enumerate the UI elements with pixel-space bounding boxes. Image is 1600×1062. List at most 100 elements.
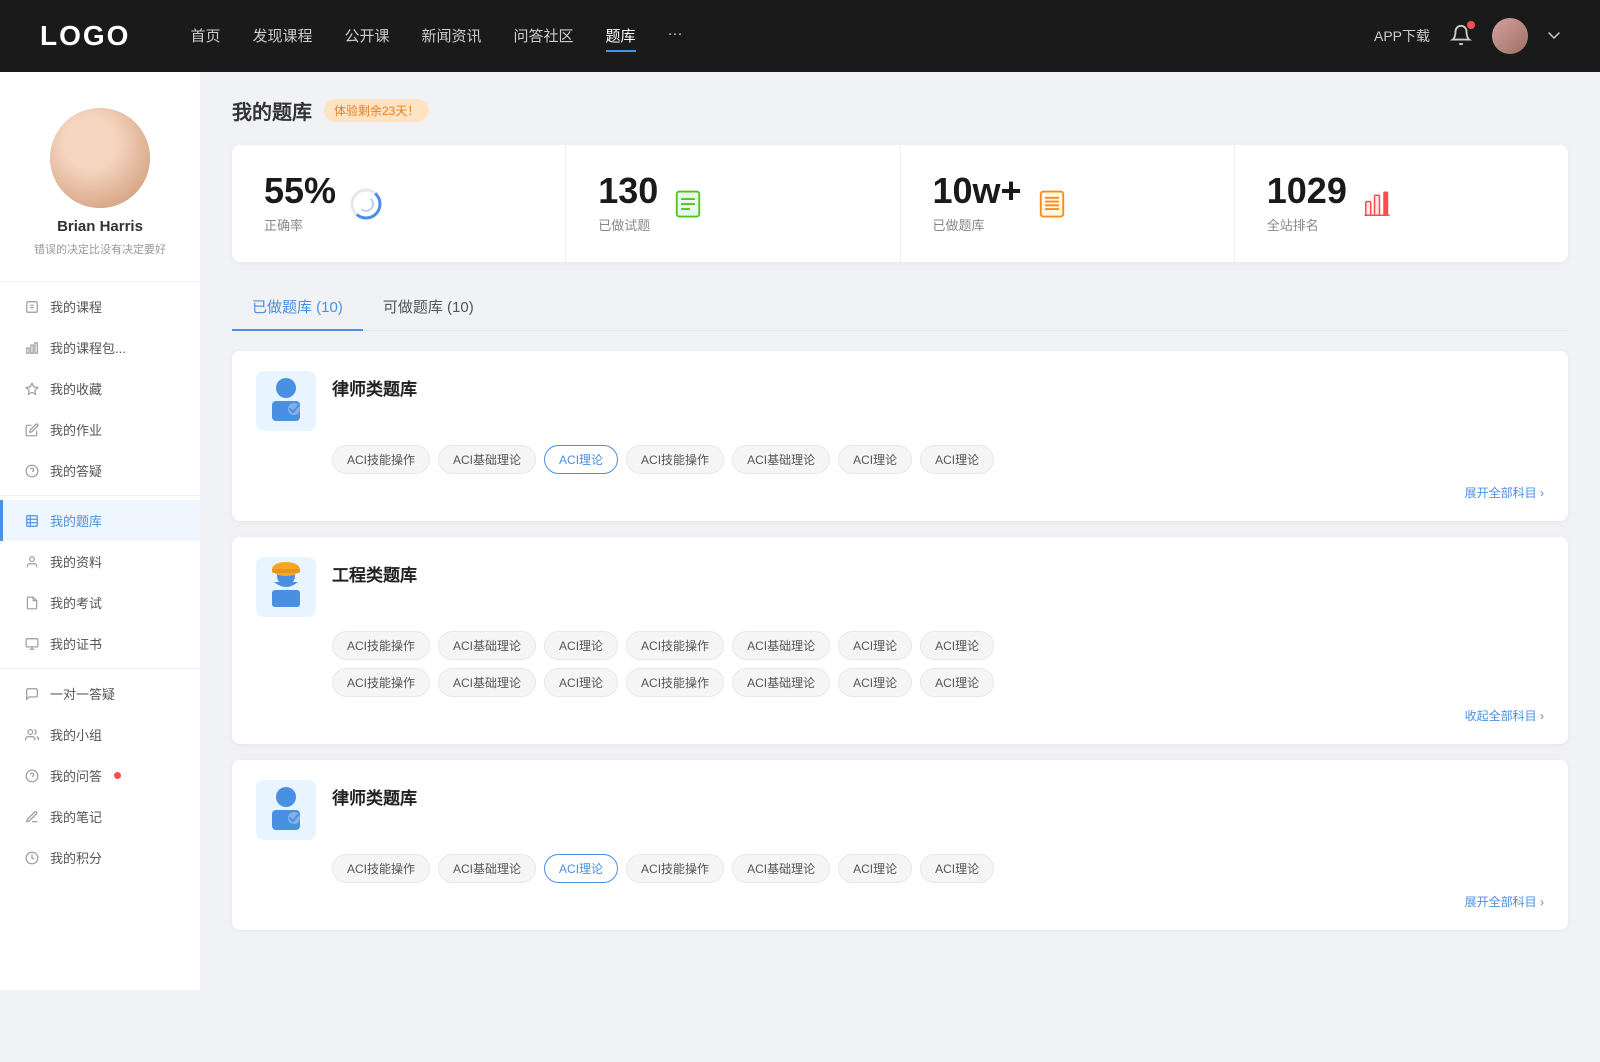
tag[interactable]: ACI技能操作 <box>332 854 430 883</box>
sidebar-item-label: 我的积分 <box>50 848 102 867</box>
nav-app-download[interactable]: APP下载 <box>1374 26 1430 46</box>
sidebar-item-materials[interactable]: 我的资料 <box>0 541 200 582</box>
tag[interactable]: ACI技能操作 <box>332 445 430 474</box>
tag[interactable]: ACI理论 <box>920 445 994 474</box>
qbank-icon-lawyer <box>256 371 316 431</box>
sidebar-item-certificates[interactable]: 我的证书 <box>0 623 200 664</box>
tag[interactable]: ACI理论 <box>838 445 912 474</box>
expand-button-2[interactable]: 展开全部科目 › <box>1465 893 1544 910</box>
sidebar-item-favorites[interactable]: 我的收藏 <box>0 368 200 409</box>
tag-active[interactable]: ACI理论 <box>544 445 618 474</box>
nav-news[interactable]: 新闻资讯 <box>422 21 482 52</box>
sidebar-item-label: 我的笔记 <box>50 807 102 826</box>
tag[interactable]: ACI技能操作 <box>626 631 724 660</box>
profile-name: Brian Harris <box>16 218 184 235</box>
sidebar-item-label: 我的课程 <box>50 297 102 316</box>
tag[interactable]: ACI技能操作 <box>626 854 724 883</box>
sidebar-item-notes[interactable]: 我的笔记 <box>0 796 200 837</box>
tag[interactable]: ACI基础理论 <box>438 668 536 697</box>
tag-active[interactable]: ACI理论 <box>544 854 618 883</box>
qbank-item-lawyer-2: 律师类题库 ACI技能操作 ACI基础理论 ACI理论 ACI技能操作 ACI基… <box>232 760 1568 930</box>
tag[interactable]: ACI基础理论 <box>732 445 830 474</box>
tag[interactable]: ACI基础理论 <box>438 631 536 660</box>
nav-bell[interactable] <box>1450 24 1472 49</box>
sidebar-item-label: 我的考试 <box>50 593 102 612</box>
tag[interactable]: ACI理论 <box>920 668 994 697</box>
sidebar-item-points[interactable]: 我的积分 <box>0 837 200 878</box>
coin-icon <box>24 850 40 866</box>
person-icon <box>24 554 40 570</box>
main-layout: Brian Harris 错误的决定比没有决定要好 我的课程 我的课程包... … <box>0 72 1600 990</box>
tag[interactable]: ACI基础理论 <box>732 854 830 883</box>
tag[interactable]: ACI技能操作 <box>332 668 430 697</box>
sidebar-item-label: 我的题库 <box>50 511 102 530</box>
nav-logo: LOGO <box>40 20 130 52</box>
stat-number: 1029 <box>1267 173 1347 209</box>
tag[interactable]: ACI基础理论 <box>438 854 536 883</box>
avatar-image <box>50 108 150 208</box>
tag[interactable]: ACI理论 <box>920 854 994 883</box>
tag[interactable]: ACI理论 <box>838 668 912 697</box>
stat-label: 全站排名 <box>1267 215 1347 234</box>
profile-motto: 错误的决定比没有决定要好 <box>16 241 184 257</box>
page-title: 我的题库 <box>232 96 312 125</box>
tab-done[interactable]: 已做题库 (10) <box>232 286 363 331</box>
collapse-button[interactable]: 收起全部科目 › <box>1465 707 1544 724</box>
qbank-icon-engineer <box>256 557 316 617</box>
tag[interactable]: ACI基础理论 <box>438 445 536 474</box>
certificate-icon <box>24 636 40 652</box>
sidebar-item-my-answers[interactable]: 我的答疑 <box>0 450 200 491</box>
qbank-icon-lawyer-2 <box>256 780 316 840</box>
stat-number: 130 <box>598 173 658 209</box>
nav-home[interactable]: 首页 <box>190 21 220 52</box>
trial-badge: 体验剩余23天！ <box>324 99 429 122</box>
tag[interactable]: ACI技能操作 <box>626 445 724 474</box>
stat-number: 55% <box>264 173 336 209</box>
qbank-tags-row1: ACI技能操作 ACI基础理论 ACI理论 ACI技能操作 ACI基础理论 AC… <box>256 631 1544 660</box>
tag[interactable]: ACI理论 <box>544 631 618 660</box>
tag[interactable]: ACI理论 <box>920 631 994 660</box>
sidebar-item-homework[interactable]: 我的作业 <box>0 409 200 450</box>
nav-qbank[interactable]: 题库 <box>606 21 636 52</box>
notification-dot <box>1467 21 1475 29</box>
sidebar-item-groups[interactable]: 我的小组 <box>0 714 200 755</box>
sidebar-item-label: 一对一答疑 <box>50 684 115 703</box>
tag[interactable]: ACI技能操作 <box>626 668 724 697</box>
tag[interactable]: ACI技能操作 <box>332 631 430 660</box>
qa-notification-dot <box>114 772 121 779</box>
tag[interactable]: ACI理论 <box>544 668 618 697</box>
stat-done-questions: 130 已做试题 <box>566 145 900 262</box>
sidebar-item-my-courses[interactable]: 我的课程 <box>0 286 200 327</box>
profile-avatar <box>50 108 150 208</box>
nav-qa[interactable]: 问答社区 <box>514 21 574 52</box>
nav-open-course[interactable]: 公开课 <box>344 21 389 52</box>
sidebar-item-exams[interactable]: 我的考试 <box>0 582 200 623</box>
sidebar-item-course-package[interactable]: 我的课程包... <box>0 327 200 368</box>
tab-available[interactable]: 可做题库 (10) <box>363 286 494 331</box>
sidebar-profile: Brian Harris 错误的决定比没有决定要好 <box>0 92 200 277</box>
nav-avatar[interactable] <box>1492 18 1528 54</box>
nav-discover[interactable]: 发现课程 <box>252 21 312 52</box>
tag[interactable]: ACI基础理论 <box>732 631 830 660</box>
avatar-image <box>1492 18 1528 54</box>
doc-icon <box>670 186 706 222</box>
stat-rank: 1029 全站排名 <box>1235 145 1568 262</box>
chevron-down-icon <box>1548 30 1560 42</box>
sidebar-item-my-qa[interactable]: 我的问答 <box>0 755 200 796</box>
file-icon <box>24 299 40 315</box>
sidebar-item-label: 我的小组 <box>50 725 102 744</box>
expand-button[interactable]: 展开全部科目 › <box>1465 484 1544 501</box>
sidebar: Brian Harris 错误的决定比没有决定要好 我的课程 我的课程包... … <box>0 72 200 990</box>
qbank-title: 律师类题库 <box>332 780 417 809</box>
qbank-footer: 展开全部科目 › <box>256 474 1544 501</box>
nav-more[interactable]: ··· <box>668 21 683 52</box>
sidebar-divider <box>0 281 200 282</box>
qbank-title: 律师类题库 <box>332 371 417 400</box>
tag[interactable]: ACI理论 <box>838 631 912 660</box>
tag[interactable]: ACI基础理论 <box>732 668 830 697</box>
stats-container: 55% 正确率 130 已做试题 <box>232 145 1568 262</box>
tag[interactable]: ACI理论 <box>838 854 912 883</box>
sidebar-item-qbank[interactable]: 我的题库 <box>0 500 200 541</box>
sidebar-item-one-on-one[interactable]: 一对一答疑 <box>0 673 200 714</box>
qbank-item-engineer: 工程类题库 ACI技能操作 ACI基础理论 ACI理论 ACI技能操作 ACI基… <box>232 537 1568 744</box>
